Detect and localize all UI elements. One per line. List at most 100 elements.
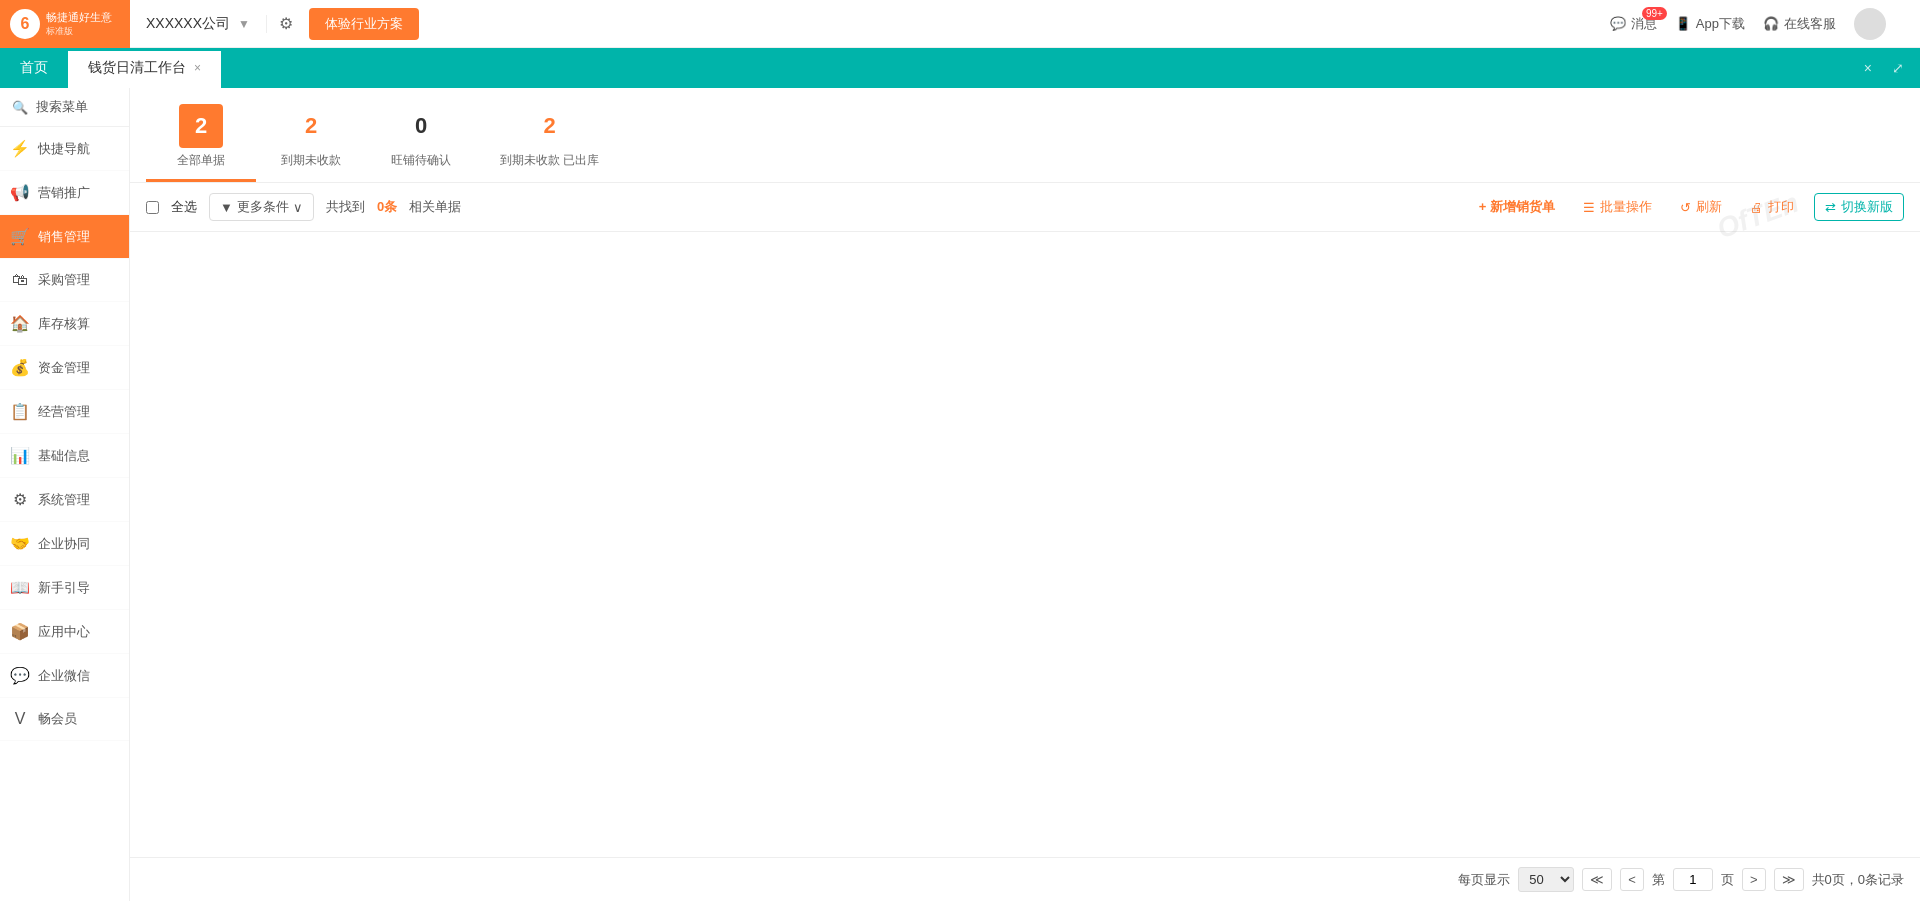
total-text: 共0页，0条记录 [1812,871,1904,889]
sidebar-item-label: 库存核算 [38,315,90,333]
wechat-icon: 💬 [10,666,30,685]
pagination-bar: 每页显示 50 10 20 100 ≪ < 第 页 > ≫ 共0页，0条记录 [130,857,1920,901]
next-page-button[interactable]: > [1742,868,1766,891]
sidebar-item-member[interactable]: V 畅会员 [0,698,129,741]
sidebar-item-label: 新手引导 [38,579,90,597]
company-selector[interactable]: XXXXXX公司 ▼ [130,15,267,33]
switch-label: 切换新版 [1841,198,1893,216]
inventory-icon: 🏠 [10,314,30,333]
message-action[interactable]: 💬 消息 99+ [1610,15,1657,33]
system-icon: ⚙ [10,490,30,509]
tab-close-icon[interactable]: × [194,61,201,75]
stat-number-overdue-out: 2 [528,104,572,148]
app-download-action[interactable]: 📱 App下载 [1675,15,1745,33]
stat-label-overdue: 到期未收款 [281,152,341,169]
sidebar-item-label: 系统管理 [38,491,90,509]
stat-tab-pending[interactable]: 0 旺铺待确认 [366,96,476,182]
sidebar-item-basic-info[interactable]: 📊 基础信息 [0,434,129,478]
online-service-icon: 🎧 [1763,16,1779,31]
stat-number-overdue: 2 [289,104,333,148]
avatar[interactable] [1854,8,1886,40]
page-di-label: 第 [1652,871,1665,889]
cooperation-icon: 🤝 [10,534,30,553]
sidebar-item-wechat[interactable]: 💬 企业微信 [0,654,129,698]
sidebar-search[interactable]: 🔍 搜索菜单 [0,88,129,127]
app-download-icon: 📱 [1675,16,1691,31]
tab-home[interactable]: 首页 [0,48,68,88]
sidebar-item-system[interactable]: ⚙ 系统管理 [0,478,129,522]
sidebar-item-cooperation[interactable]: 🤝 企业协同 [0,522,129,566]
sidebar-item-label: 企业微信 [38,667,90,685]
sidebar-item-label: 畅会员 [38,710,77,728]
quick-nav-icon: ⚡ [10,139,30,158]
batch-icon: ☰ [1583,200,1595,215]
stat-label-all: 全部单据 [177,152,225,169]
refresh-button[interactable]: ↺ 刷新 [1672,194,1730,220]
print-label: 打印 [1768,198,1794,216]
print-button[interactable]: 🖨 打印 [1742,194,1802,220]
sidebar-item-label: 快捷导航 [38,140,90,158]
stat-label-pending: 旺铺待确认 [391,152,451,169]
online-service-action[interactable]: 🎧 在线客服 [1763,15,1836,33]
last-page-button[interactable]: ≫ [1774,868,1804,891]
page-size-select[interactable]: 50 10 20 100 [1518,867,1574,892]
tab-close-window-icon[interactable]: × [1858,58,1878,78]
top-header: 6 畅捷通好生意 标准版 XXXXXX公司 ▼ ⚙ 体验行业方案 💬 消息 99… [0,0,1920,48]
sidebar-item-sales[interactable]: 🛒 销售管理 [0,215,129,259]
toolbar-right: + 新增销货单 ☰ 批量操作 ↺ 刷新 🖨 打印 ⇄ 切换新版 [1471,193,1904,221]
message-icon: 💬 [1610,16,1626,31]
stats-tabs: 2 全部单据 2 到期未收款 0 旺铺待确认 2 到期未收款 已出库 [130,88,1920,183]
sidebar-item-operations[interactable]: 📋 经营管理 [0,390,129,434]
page-label: 页 [1721,871,1734,889]
member-icon: V [10,710,30,728]
filter-chevron-icon: ∨ [293,200,303,215]
sidebar-item-guide[interactable]: 📖 新手引导 [0,566,129,610]
online-service-label: 在线客服 [1784,15,1836,33]
stat-number-pending: 0 [399,104,443,148]
app-center-icon: 📦 [10,622,30,641]
message-badge: 99+ [1642,7,1667,20]
app-download-label: App下载 [1696,15,1745,33]
tab-workbench-label: 钱货日清工作台 [88,59,186,77]
sales-icon: 🛒 [10,227,30,246]
operations-icon: 📋 [10,402,30,421]
stat-tab-overdue[interactable]: 2 到期未收款 [256,96,366,182]
settings-icon[interactable]: ⚙ [267,14,305,33]
select-all-checkbox[interactable] [146,201,159,214]
logo-badge: 标准版 [46,25,112,38]
tab-workbench[interactable]: 钱货日清工作台 × [68,48,221,88]
filter-icon: ▼ [220,200,233,215]
filter-label: 更多条件 [237,198,289,216]
stat-tab-all[interactable]: 2 全部单据 [146,96,256,182]
new-sale-label: + 新增销货单 [1479,198,1555,216]
sidebar-item-purchase[interactable]: 🛍 采购管理 [0,259,129,302]
switch-version-button[interactable]: ⇄ 切换新版 [1814,193,1904,221]
sidebar-search-label: 搜索菜单 [36,98,88,116]
stat-tab-overdue-out[interactable]: 2 到期未收款 已出库 [476,96,623,182]
sidebar-item-marketing[interactable]: 📢 营销推广 [0,171,129,215]
sidebar-item-app-center[interactable]: 📦 应用中心 [0,610,129,654]
sidebar-item-inventory[interactable]: 🏠 库存核算 [0,302,129,346]
filter-button[interactable]: ▼ 更多条件 ∨ [209,193,314,221]
logo-name: 畅捷通好生意 [46,10,112,25]
trial-button[interactable]: 体验行业方案 [309,8,419,40]
chevron-down-icon: ▼ [238,17,250,31]
first-page-button[interactable]: ≪ [1582,868,1612,891]
sidebar-item-label: 应用中心 [38,623,90,641]
sidebar-item-quick-nav[interactable]: ⚡ 快捷导航 [0,127,129,171]
refresh-icon: ↺ [1680,200,1691,215]
batch-label: 批量操作 [1600,198,1652,216]
batch-button[interactable]: ☰ 批量操作 [1575,194,1660,220]
sidebar-item-finance[interactable]: 💰 资金管理 [0,346,129,390]
company-name: XXXXXX公司 [146,15,230,33]
tab-home-label: 首页 [20,59,48,77]
stat-label-overdue-out: 到期未收款 已出库 [500,152,599,169]
new-sale-button[interactable]: + 新增销货单 [1471,194,1563,220]
header-right: 💬 消息 99+ 📱 App下载 🎧 在线客服 [1610,8,1920,40]
main-layout: 🔍 搜索菜单 ⚡ 快捷导航 📢 营销推广 🛒 销售管理 🛍 采购管理 🏠 库存核… [0,88,1920,901]
prev-page-button[interactable]: < [1620,868,1644,891]
page-number-input[interactable] [1673,868,1713,891]
tab-expand-icon[interactable]: ⤢ [1886,58,1910,78]
found-text: 共找到 [326,198,365,216]
tab-bar-right: × ⤢ [1858,58,1920,78]
